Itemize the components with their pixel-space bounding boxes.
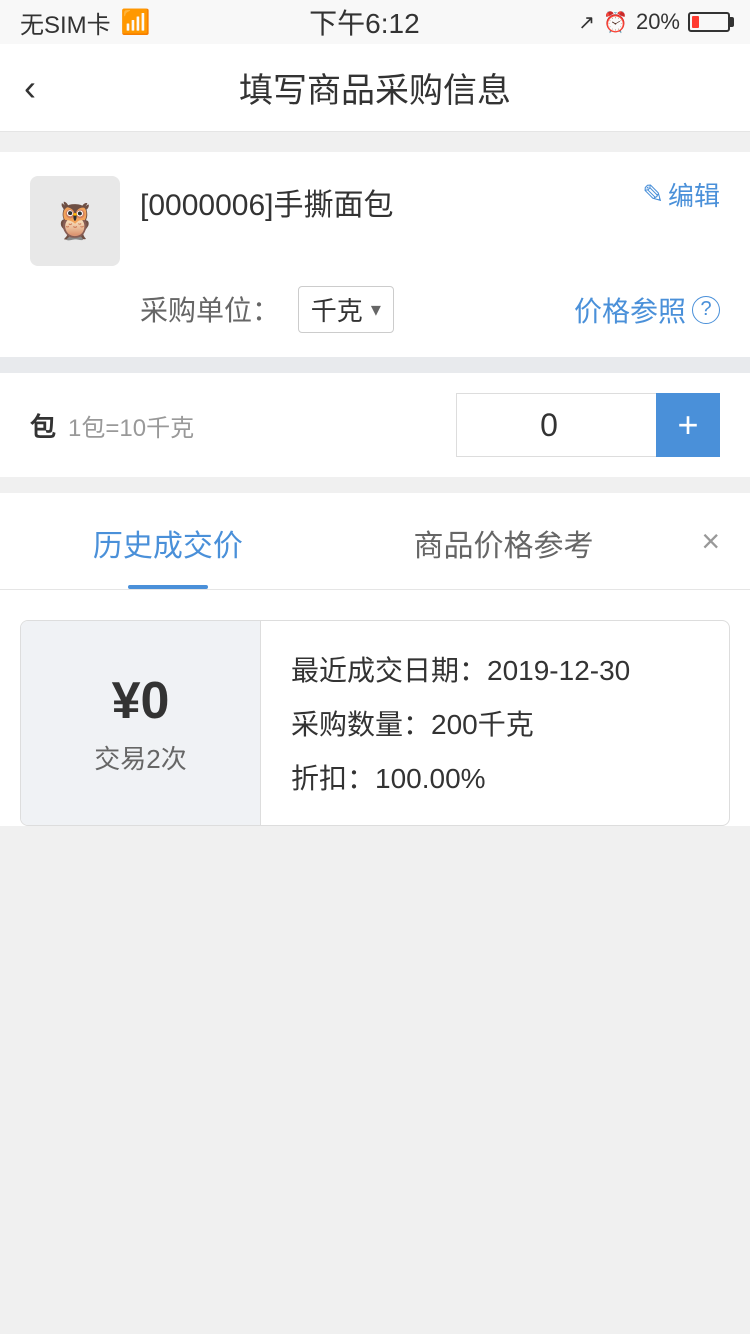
purchase-qty-label: 采购数量： xyxy=(291,709,431,740)
currency-symbol: ¥ xyxy=(112,672,141,730)
tab-history-price[interactable]: 历史成交价 xyxy=(0,493,336,589)
purchase-qty-value: 200千克 xyxy=(431,709,534,740)
unit-label: 采购单位： xyxy=(140,295,280,326)
history-price-value: ¥0 xyxy=(112,671,170,731)
unit-bao-label: 包 xyxy=(30,407,56,444)
purchase-qty-row: 采购数量：200千克 xyxy=(291,703,699,743)
alarm-icon: ⏰ xyxy=(603,10,628,35)
quantity-row: 包 1包=10千克 + xyxy=(0,373,750,477)
history-card: ¥0 交易2次 最近成交日期：2019-12-30 采购数量：200千克 折扣：… xyxy=(20,620,730,826)
quantity-plus-button[interactable]: + xyxy=(656,393,720,457)
status-time: 下午6:12 xyxy=(309,2,420,42)
recent-date-row: 最近成交日期：2019-12-30 xyxy=(291,649,699,689)
price-ref-help-icon: ? xyxy=(692,296,720,324)
product-card: 🦉 [0000006]手撕面包 ✎ 编辑 采购单位： 千克 ▾ 价格参照 ? xyxy=(0,152,750,357)
carrier-label: 无SIM卡 xyxy=(20,5,111,40)
quantity-label: 包 1包=10千克 xyxy=(30,407,194,444)
tabs-container: 历史成交价 商品价格参考 × ¥0 交易2次 最近成交日期：2019-12-30… xyxy=(0,493,750,826)
product-thumb-icon: 🦉 xyxy=(53,200,98,242)
chevron-down-icon: ▾ xyxy=(371,297,381,322)
price-ref-button[interactable]: 价格参照 ? xyxy=(574,290,720,330)
history-details-right: 最近成交日期：2019-12-30 采购数量：200千克 折扣：100.00% xyxy=(261,621,729,825)
discount-label: 折扣： xyxy=(291,763,375,794)
unit-selector[interactable]: 千克 ▾ xyxy=(298,286,394,333)
status-right: ↗ ⏰ 20% xyxy=(578,9,730,35)
product-thumbnail: 🦉 xyxy=(30,176,120,266)
battery-icon xyxy=(688,12,730,32)
unit-label-group: 采购单位： 千克 ▾ xyxy=(140,286,394,333)
recent-date-label: 最近成交日期： xyxy=(291,655,487,686)
product-name: [0000006]手撕面包 xyxy=(140,176,393,224)
tab-product-price-ref[interactable]: 商品价格参考 xyxy=(336,493,672,589)
status-bar: 无SIM卡 📶 下午6:12 ↗ ⏰ 20% xyxy=(0,0,750,44)
discount-value: 100.00% xyxy=(375,763,486,794)
quantity-input[interactable] xyxy=(456,393,656,457)
purchase-unit-row: 采购单位： 千克 ▾ 价格参照 ? xyxy=(30,286,720,333)
quantity-controls: + xyxy=(456,393,720,457)
unit-value: 千克 xyxy=(311,291,363,328)
tabs-close-button[interactable]: × xyxy=(671,523,750,560)
wifi-icon: 📶 xyxy=(121,8,151,37)
unit-conversion-label: 1包=10千克 xyxy=(68,408,194,443)
edit-label: 编辑 xyxy=(668,176,720,213)
discount-row: 折扣：100.00% xyxy=(291,757,699,797)
location-icon: ↗ xyxy=(578,10,595,35)
page-title: 填写商品采购信息 xyxy=(239,63,511,112)
history-trades-label: 交易2次 xyxy=(94,739,186,776)
edit-icon: ✎ xyxy=(642,179,664,210)
product-header: 🦉 [0000006]手撕面包 ✎ 编辑 xyxy=(30,176,720,266)
recent-date-value: 2019-12-30 xyxy=(487,655,630,686)
nav-bar: ‹ 填写商品采购信息 xyxy=(0,44,750,132)
product-info-left: 🦉 [0000006]手撕面包 xyxy=(30,176,393,266)
price-ref-label: 价格参照 xyxy=(574,290,686,330)
history-price-left: ¥0 交易2次 xyxy=(21,621,261,825)
edit-button[interactable]: ✎ 编辑 xyxy=(642,176,720,213)
back-button[interactable]: ‹ xyxy=(24,67,36,109)
price-number: 0 xyxy=(141,672,170,730)
tabs-header: 历史成交价 商品价格参考 × xyxy=(0,493,750,590)
battery-percent: 20% xyxy=(636,9,680,35)
status-left: 无SIM卡 📶 xyxy=(20,5,151,40)
section-divider xyxy=(0,357,750,373)
